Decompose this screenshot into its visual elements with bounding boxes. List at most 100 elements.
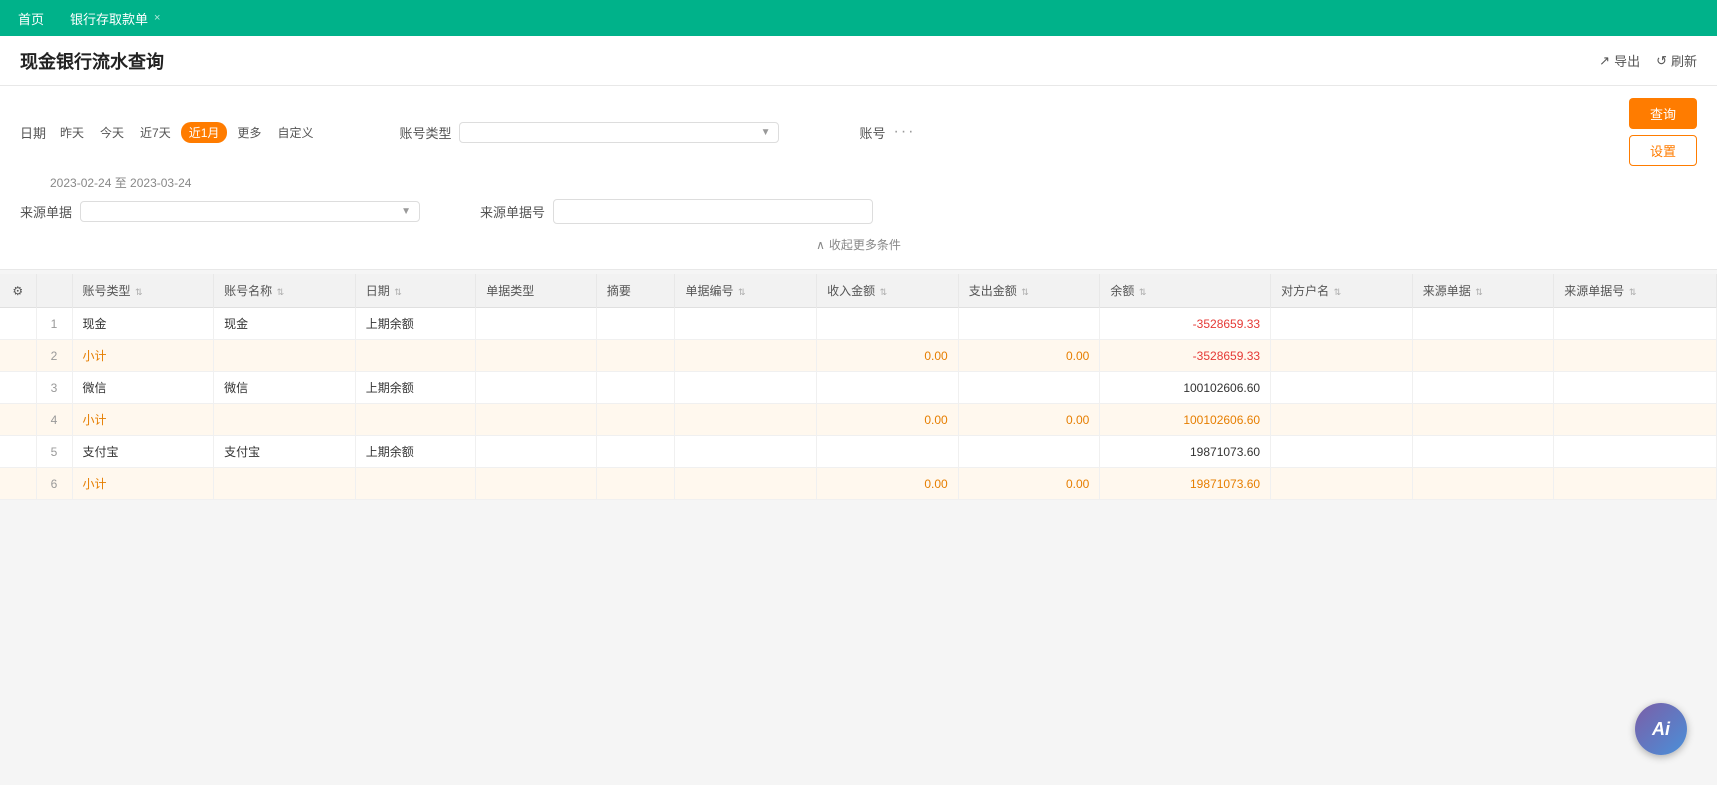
setting-button[interactable]: 设置: [1629, 135, 1697, 166]
table-cell-date: 上期余额: [355, 372, 476, 404]
page-title: 现金银行流水查询: [20, 48, 164, 74]
data-table: ⚙账号类型 ⇅账号名称 ⇅日期 ⇅单据类型摘要单据编号 ⇅收入金额 ⇅支出金额 …: [0, 274, 1717, 500]
table-cell-gear: [0, 372, 36, 404]
source-doc-filter-group: 来源单据 ▼: [20, 201, 420, 222]
table-row: 3微信微信上期余额100102606.60: [0, 372, 1717, 404]
table-cell-account_type: 微信: [72, 372, 214, 404]
table-cell-idx: 1: [36, 308, 72, 340]
table-cell-account_name: [214, 340, 356, 372]
table-column-source_doc[interactable]: 来源单据 ⇅: [1412, 274, 1554, 308]
ai-assistant-button[interactable]: Ai: [1635, 703, 1687, 755]
table-cell-summary: [596, 372, 675, 404]
account-filter-group: 账号 ···: [859, 123, 915, 142]
table-column-account_type[interactable]: 账号类型 ⇅: [72, 274, 214, 308]
subtotal-label: 小计: [83, 349, 107, 363]
sort-icon: ⇅: [133, 287, 143, 297]
table-cell-gear: [0, 340, 36, 372]
date-option-btn[interactable]: 自定义: [271, 122, 319, 143]
filter-row-2: 来源单据 ▼ 来源单据号: [20, 199, 1697, 224]
account-more-button[interactable]: ···: [893, 123, 915, 141]
table-cell-doc_type: [476, 436, 597, 468]
table-row: 5支付宝支付宝上期余额19871073.60: [0, 436, 1717, 468]
table-cell-doc_no: [675, 340, 817, 372]
table-cell-summary: [596, 468, 675, 500]
date-option-btn[interactable]: 今天: [94, 122, 130, 143]
collapse-bar[interactable]: ∧ 收起更多条件: [20, 232, 1697, 257]
date-option-btn[interactable]: 近1月: [181, 122, 228, 143]
subtotal-label: 小计: [83, 413, 107, 427]
account-type-label: 账号类型: [399, 123, 451, 142]
source-doc-select[interactable]: ▼: [80, 201, 420, 222]
table-cell-doc_no: [675, 468, 817, 500]
table-column-source_doc_no[interactable]: 来源单据号 ⇅: [1554, 274, 1717, 308]
account-type-select[interactable]: ▼: [459, 122, 779, 143]
table-cell-balance: 19871073.60: [1100, 468, 1271, 500]
table-cell-account_type: 小计: [72, 404, 214, 436]
table-cell-counterpart: [1271, 436, 1413, 468]
source-doc-no-input[interactable]: [553, 199, 873, 224]
table-column-balance[interactable]: 余额 ⇅: [1100, 274, 1271, 308]
sort-icon: ⇅: [1136, 287, 1146, 297]
table-cell-account_name: 支付宝: [214, 436, 356, 468]
table-column-expense[interactable]: 支出金额 ⇅: [958, 274, 1100, 308]
table-cell-balance: -3528659.33: [1100, 340, 1271, 372]
table-cell-idx: 2: [36, 340, 72, 372]
table-cell-doc_no: [675, 436, 817, 468]
table-header: ⚙账号类型 ⇅账号名称 ⇅日期 ⇅单据类型摘要单据编号 ⇅收入金额 ⇅支出金额 …: [0, 274, 1717, 308]
source-doc-label: 来源单据: [20, 202, 72, 221]
table-column-account_name[interactable]: 账号名称 ⇅: [214, 274, 356, 308]
table-column-date[interactable]: 日期 ⇅: [355, 274, 476, 308]
query-button[interactable]: 查询: [1629, 98, 1697, 129]
table-cell-date: [355, 404, 476, 436]
table-cell-gear: [0, 436, 36, 468]
subtotal-label: 小计: [83, 477, 107, 491]
sort-icon: ⇅: [877, 287, 887, 297]
table-cell-account_name: [214, 404, 356, 436]
date-option-btn[interactable]: 近7天: [134, 122, 177, 143]
table-cell-summary: [596, 436, 675, 468]
table-cell-summary: [596, 308, 675, 340]
table-cell-income: 0.00: [817, 340, 959, 372]
refresh-icon: ↺: [1656, 53, 1667, 69]
table-cell-counterpart: [1271, 468, 1413, 500]
table-cell-idx: 3: [36, 372, 72, 404]
table-cell-doc_type: [476, 340, 597, 372]
table-cell-doc_no: [675, 372, 817, 404]
sort-icon: ⇅: [392, 287, 402, 297]
collapse-arrow-icon: ∧: [816, 238, 825, 252]
nav-tab[interactable]: 银行存取款单×: [58, 0, 198, 36]
table-cell-source_doc_no: [1554, 468, 1717, 500]
table-cell-expense: 0.00: [958, 340, 1100, 372]
sort-icon: ⇅: [274, 287, 284, 297]
table-cell-source_doc_no: [1554, 308, 1717, 340]
sort-icon: ⇅: [1019, 287, 1029, 297]
nav-tabs: 收款单×付款单×其他收入单×应收应付调整单×银行存取款单×预收冲应收单×收款核销…: [58, 0, 198, 36]
table-column-idx: [36, 274, 72, 308]
date-label: 日期: [20, 123, 46, 142]
table-column-income[interactable]: 收入金额 ⇅: [817, 274, 959, 308]
table-cell-doc_no: [675, 308, 817, 340]
table-cell-account_name: [214, 468, 356, 500]
top-navigation: 首页 收款单×付款单×其他收入单×应收应付调整单×银行存取款单×预收冲应收单×收…: [0, 0, 1717, 36]
table-cell-expense: [958, 372, 1100, 404]
table-cell-idx: 5: [36, 436, 72, 468]
table-cell-source_doc: [1412, 404, 1554, 436]
close-icon[interactable]: ×: [154, 12, 160, 24]
table-cell-doc_type: [476, 468, 597, 500]
export-icon: ↗: [1599, 53, 1610, 69]
sort-icon: ⇅: [1331, 287, 1341, 297]
table-column-summary: 摘要: [596, 274, 675, 308]
nav-home[interactable]: 首页: [4, 0, 58, 36]
table-cell-account_type: 支付宝: [72, 436, 214, 468]
table-cell-idx: 4: [36, 404, 72, 436]
export-button[interactable]: ↗ 导出: [1599, 51, 1640, 70]
settings-gear-icon[interactable]: ⚙: [12, 284, 23, 298]
header-actions: ↗ 导出 ↺ 刷新: [1599, 51, 1697, 70]
refresh-button[interactable]: ↺ 刷新: [1656, 51, 1697, 70]
date-option-btn[interactable]: 更多: [231, 122, 267, 143]
table-cell-doc_no: [675, 404, 817, 436]
date-option-btn[interactable]: 昨天: [54, 122, 90, 143]
ai-label: Ai: [1652, 719, 1670, 740]
table-column-counterpart[interactable]: 对方户名 ⇅: [1271, 274, 1413, 308]
table-column-doc_no[interactable]: 单据编号 ⇅: [675, 274, 817, 308]
